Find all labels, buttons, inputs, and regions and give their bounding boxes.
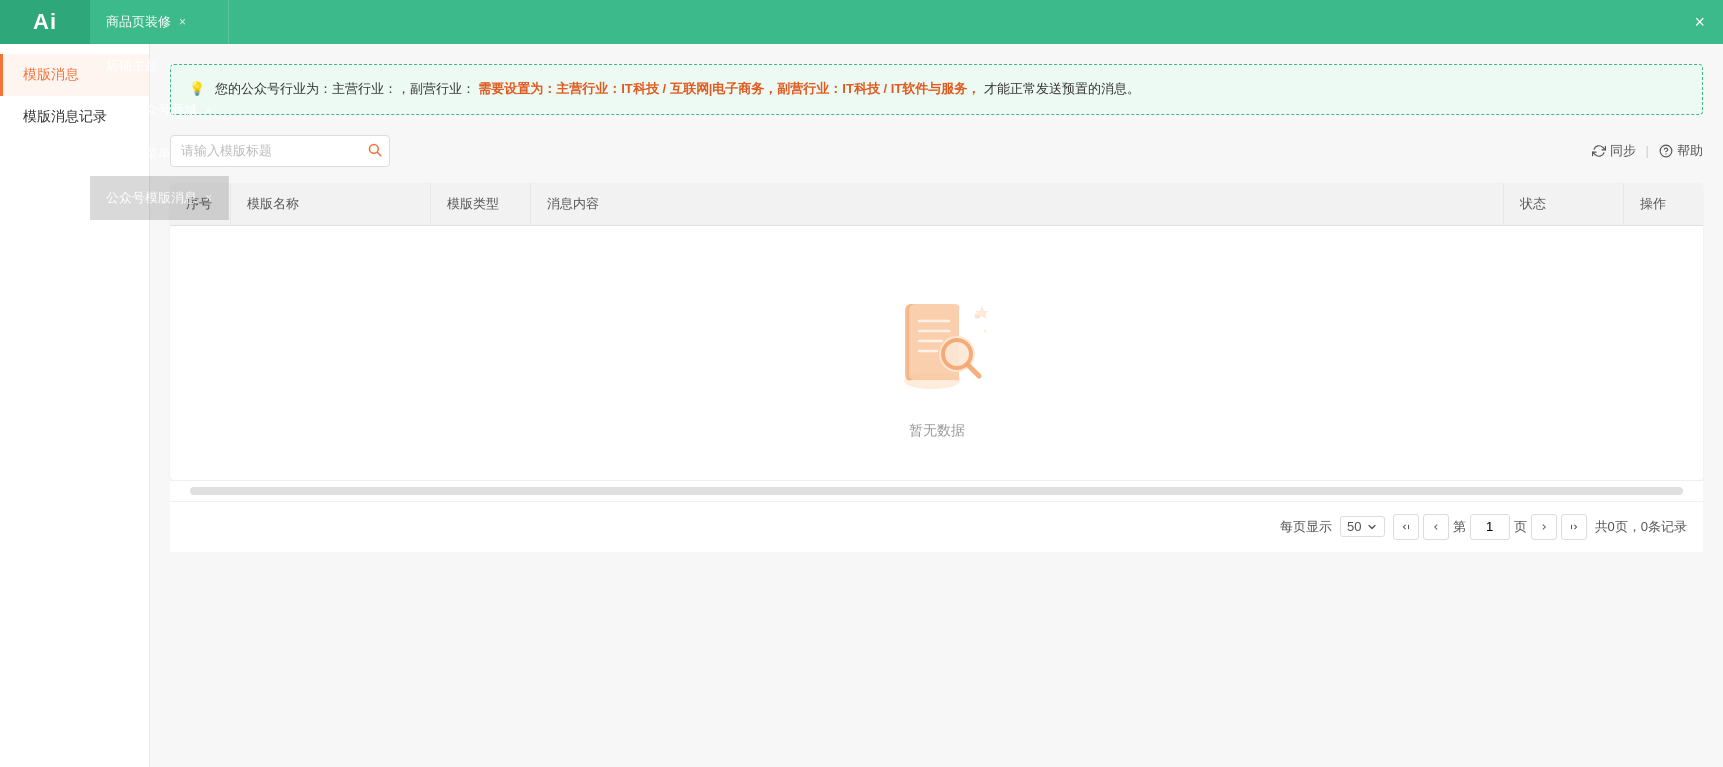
pagination: 每页显示 50 — [170, 501, 1703, 552]
notice-box: 💡 您的公众号行业为：主营行业：，副营行业： 需要设置为：主营行业：IT科技 /… — [170, 64, 1703, 115]
sync-button[interactable]: 同步 — [1592, 142, 1636, 160]
page-size-select[interactable]: 50 — [1340, 516, 1384, 537]
content-area: 💡 您的公众号行业为：主营行业：，副营行业： 需要设置为：主营行业：IT科技 /… — [150, 44, 1723, 767]
first-page-button[interactable] — [1393, 514, 1419, 540]
page-suffix: 页 — [1514, 518, 1527, 536]
page-size-label: 每页显示 — [1280, 518, 1332, 536]
empty-text: 暂无数据 — [170, 422, 1703, 440]
next-page-button[interactable] — [1531, 514, 1557, 540]
svg-line-1 — [377, 152, 380, 155]
app-logo: Ai — [0, 0, 90, 44]
close-tab-template-message[interactable]: × — [205, 191, 212, 205]
page-number-input[interactable] — [1470, 514, 1510, 540]
scrollbar-row — [170, 480, 1703, 501]
search-button[interactable] — [367, 142, 382, 160]
main-layout: 模版消息模版消息记录 💡 您的公众号行业为：主营行业：，副营行业： 需要设置为：… — [0, 44, 1723, 767]
empty-state: 暂无数据 — [170, 226, 1703, 480]
empty-illustration — [877, 286, 997, 406]
table-col-type: 模版类型 — [430, 183, 530, 226]
notice-highlight: 需要设置为：主营行业：IT科技 / 互联网|电子商务，副营行业：IT科技 / I… — [478, 81, 980, 96]
nav-tab-store-theme[interactable]: 店铺主题× — [90, 44, 229, 88]
table-body: 暂无数据 — [170, 225, 1703, 480]
close-tab-open-mall[interactable]: × — [205, 103, 212, 117]
page-total: 共0页，0条记录 — [1595, 518, 1687, 536]
help-label: 帮助 — [1677, 142, 1703, 160]
last-page-icon — [1569, 522, 1579, 532]
nav-tab-open-mall[interactable]: 开通公众号商城× — [90, 88, 229, 132]
fake-scrollbar[interactable] — [190, 487, 1683, 495]
last-page-button[interactable] — [1561, 514, 1587, 540]
notice-text-suffix: 才能正常发送预置的消息。 — [984, 81, 1140, 96]
search-icon — [367, 142, 382, 157]
help-button[interactable]: 帮助 — [1659, 142, 1703, 160]
table-col-name: 模版名称 — [230, 183, 430, 226]
toolbar-right: 同步 | 帮助 — [1592, 142, 1703, 160]
table-col-content: 消息内容 — [530, 183, 1503, 226]
page-size-value: 50 — [1347, 519, 1361, 534]
nav-tab-template-message[interactable]: 公众号模版消息× — [90, 176, 229, 220]
notice-text-prefix: 您的公众号行业为：主营行业：，副营行业： — [215, 81, 475, 96]
sync-icon — [1592, 144, 1606, 158]
page-label: 第 — [1453, 518, 1466, 536]
top-nav: Ai 首页微商城店铺设置×商品分类设置×首页装修×商品页装修×店铺主题×开通公众… — [0, 0, 1723, 44]
help-icon — [1659, 144, 1673, 158]
empty-state-row: 暂无数据 — [170, 225, 1703, 480]
svg-line-11 — [968, 365, 979, 376]
sync-label: 同步 — [1610, 142, 1636, 160]
chevron-down-icon — [1366, 521, 1378, 533]
page-nav: 第 页 — [1393, 514, 1587, 540]
next-page-icon — [1539, 522, 1549, 532]
search-bar: 同步 | 帮助 — [170, 135, 1703, 167]
prev-page-button[interactable] — [1423, 514, 1449, 540]
first-page-icon — [1401, 522, 1411, 532]
toolbar-divider: | — [1646, 143, 1649, 158]
close-tab-store-theme[interactable]: × — [166, 59, 173, 73]
search-input[interactable] — [170, 135, 390, 167]
table-col-status: 状态 — [1503, 183, 1623, 226]
prev-page-icon — [1431, 522, 1441, 532]
search-input-wrap — [170, 135, 390, 167]
table-header-row: 序号模版名称模版类型消息内容状态操作 — [170, 183, 1703, 226]
table-container: 序号模版名称模版类型消息内容状态操作 — [170, 183, 1703, 552]
svg-point-13 — [983, 329, 986, 332]
nav-tab-product-page-decor[interactable]: 商品页装修× — [90, 0, 229, 44]
table-col-action: 操作 — [1623, 183, 1703, 226]
table-head: 序号模版名称模版类型消息内容状态操作 — [170, 183, 1703, 226]
nav-tabs-container: 首页微商城店铺设置×商品分类设置×首页装修×商品页装修×店铺主题×开通公众号商城… — [90, 0, 229, 220]
data-table: 序号模版名称模版类型消息内容状态操作 — [170, 183, 1703, 480]
close-all-button[interactable]: × — [1686, 12, 1713, 33]
close-tab-product-page-decor[interactable]: × — [179, 15, 186, 29]
